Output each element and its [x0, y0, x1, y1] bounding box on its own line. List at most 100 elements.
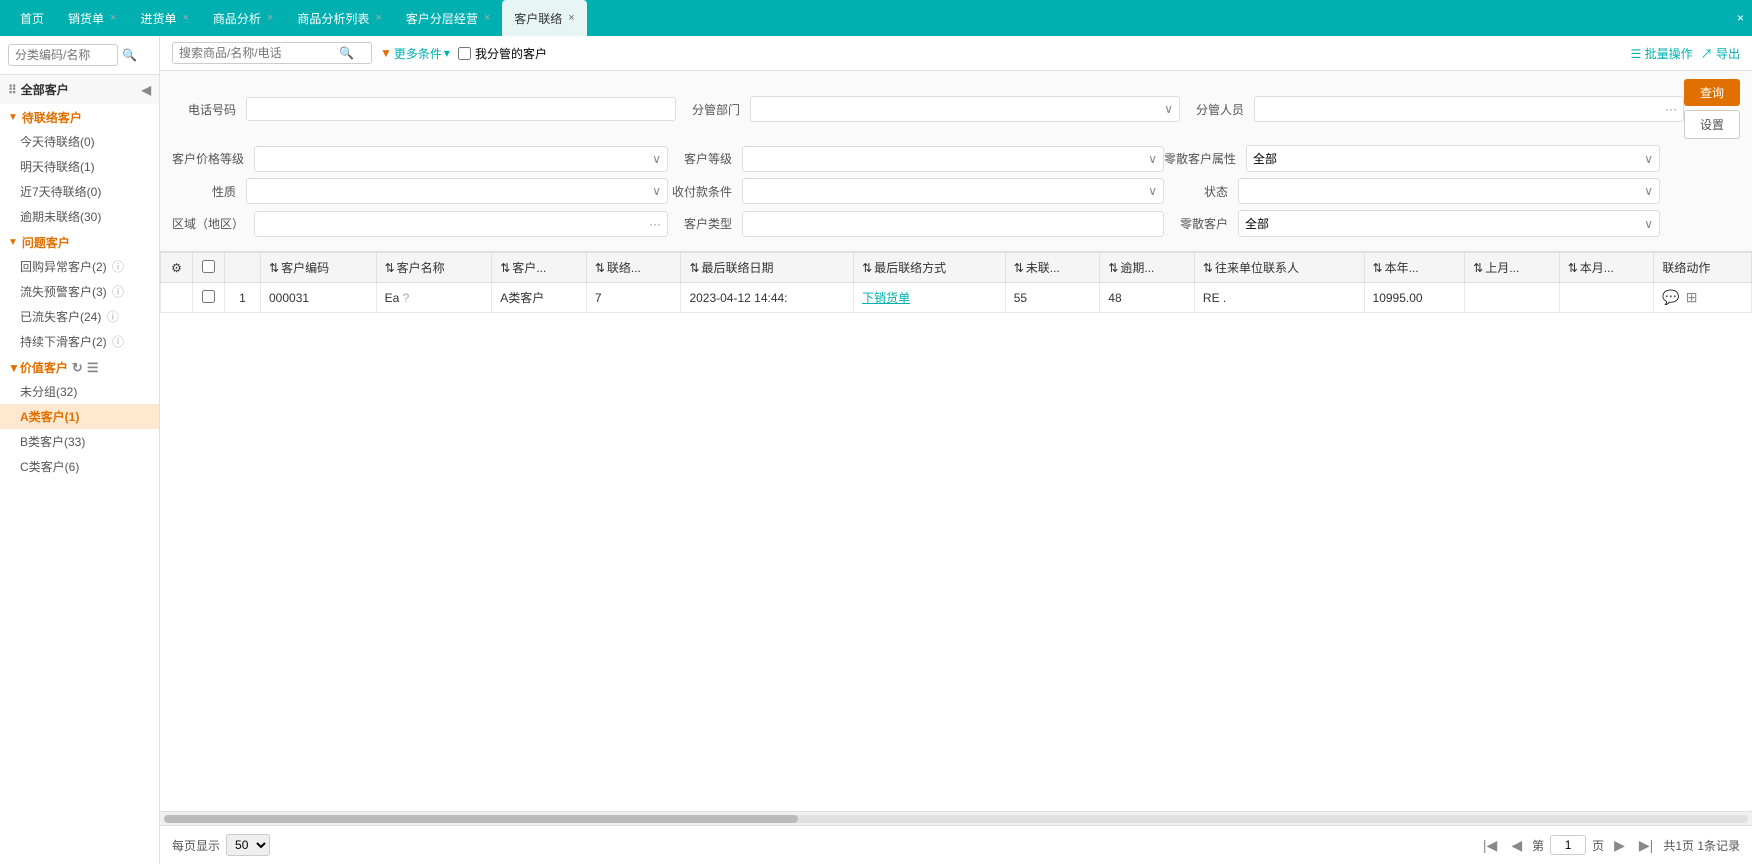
sidebar-item-lost[interactable]: 已流失客户(24) ⓘ [0, 304, 159, 329]
select-all-checkbox[interactable] [202, 260, 215, 273]
nav-home[interactable]: 首页 [8, 0, 56, 36]
close-purchase-tab[interactable]: × [182, 12, 188, 24]
all-customers-header[interactable]: ⠿ 全部客户 ◀ [0, 75, 159, 104]
zero-attr-select[interactable]: 全部 ∨ [1246, 145, 1660, 172]
filter-search-icon[interactable]: 🔍 [339, 46, 354, 60]
page-input[interactable] [1550, 835, 1586, 855]
col-overdue[interactable]: ⇅ 逾期... [1100, 253, 1195, 283]
my-customers-check[interactable] [458, 47, 471, 60]
col-name[interactable]: ⇅ 客户名称 [376, 253, 492, 283]
col-this-year[interactable]: ⇅ 本年... [1364, 253, 1465, 283]
horizontal-scrollbar[interactable] [160, 811, 1752, 825]
close-customer-tier-tab[interactable]: × [484, 12, 490, 24]
col-no-contact[interactable]: ⇅ 未联... [1005, 253, 1100, 283]
row-message-icon[interactable]: 💬 [1662, 289, 1679, 306]
per-page-select[interactable]: 50 [226, 834, 270, 856]
close-all-tabs[interactable]: × [1737, 9, 1744, 27]
last-contact-method-link[interactable]: 下销货单 [862, 291, 910, 305]
value-group-refresh-icon[interactable]: ↻ [72, 360, 83, 376]
page-label: 第 [1532, 837, 1544, 854]
row-name-cell: Ea ? [376, 283, 492, 313]
filter-search-input[interactable] [179, 46, 339, 60]
dept-select[interactable]: ∨ [750, 96, 1180, 122]
person-select[interactable]: ··· [1254, 96, 1684, 122]
total-label: 共1页 1条记录 [1663, 837, 1740, 854]
query-button[interactable]: 查询 [1684, 79, 1740, 106]
sidebar-search-input[interactable] [8, 44, 118, 66]
col-last-date[interactable]: ⇅ 最后联络日期 [681, 253, 854, 283]
prev-page-btn[interactable]: ◀ [1507, 835, 1526, 856]
sidebar-item-c-class[interactable]: C类客户(6) [0, 454, 159, 479]
col-last-method[interactable]: ⇅ 最后联络方式 [854, 253, 1006, 283]
nav-purchase[interactable]: 进货单 × [128, 0, 200, 36]
collapse-icon[interactable]: ◀ [142, 83, 151, 97]
sidebar-item-overdue[interactable]: 逾期未联络(30) [0, 204, 159, 229]
sidebar-item-a-class[interactable]: A类客户(1) [0, 404, 159, 429]
nav-product-analysis[interactable]: 商品分析 × [201, 0, 285, 36]
nav-customer-tier[interactable]: 客户分层经营 × [394, 0, 502, 36]
col-this-month-sort-icon: ⇅ [1568, 261, 1578, 275]
close-sales-tab[interactable]: × [110, 12, 116, 24]
next-page-btn[interactable]: ▶ [1610, 835, 1629, 856]
region-select[interactable]: ··· [254, 211, 668, 237]
nav-product-list[interactable]: 商品分析列表 × [285, 0, 393, 36]
nav-customer-contact[interactable]: 客户联络 × [502, 0, 586, 36]
page-end-label: 页 [1592, 837, 1604, 854]
sidebar-item-declining[interactable]: 持续下滑客户(2) ⓘ [0, 329, 159, 354]
nature-select[interactable]: ∨ [246, 178, 668, 204]
zero-customer-select[interactable]: 全部 ∨ [1238, 210, 1660, 237]
nav-sales[interactable]: 销货单 × [56, 0, 128, 36]
sidebar-item-7days[interactable]: 近7天待联络(0) [0, 179, 159, 204]
col-no-contact-sort-icon: ⇅ [1014, 261, 1024, 275]
filter-search-box[interactable]: 🔍 [172, 42, 372, 64]
filter-phone: 电话号码 [172, 97, 676, 121]
sidebar-item-lost-warning[interactable]: 流失预警客户(3) ⓘ [0, 279, 159, 304]
payment-select[interactable]: ∨ [742, 178, 1164, 204]
my-customers-checkbox[interactable]: 我分管的客户 [458, 45, 547, 62]
nature-chevron-icon: ∨ [652, 184, 661, 198]
row-checkbox[interactable] [202, 290, 215, 303]
col-code[interactable]: ⇅ 客户编码 [261, 253, 377, 283]
customer-level-select[interactable]: ∨ [742, 146, 1164, 172]
value-group-settings-icon[interactable]: ☰ [87, 360, 99, 376]
sidebar-item-ungrouped[interactable]: 未分组(32) [0, 379, 159, 404]
sidebar-item-repurchase-abnormal[interactable]: 回购异常客户(2) ⓘ [0, 254, 159, 279]
scrollbar-thumb[interactable] [164, 815, 798, 823]
pending-group-title: ▼ 待联络客户 [0, 104, 159, 129]
row-qr-icon[interactable]: ⊞ [1686, 289, 1698, 306]
table-footer: 每页显示 50 |◀ ◀ 第 页 ▶ ▶| 共1页 1条记录 [160, 825, 1752, 864]
col-check[interactable] [193, 253, 225, 283]
first-page-btn[interactable]: |◀ [1479, 835, 1501, 856]
sidebar-item-tomorrow[interactable]: 明天待联络(1) [0, 154, 159, 179]
col-last-month[interactable]: ⇅ 上月... [1465, 253, 1560, 283]
row-num-cell: 1 [225, 283, 261, 313]
export-btn[interactable]: ↗ 导出 [1701, 45, 1740, 62]
setting-button[interactable]: 设置 [1684, 110, 1740, 139]
col-type[interactable]: ⇅ 客户... [492, 253, 587, 283]
price-level-select[interactable]: ∨ [254, 146, 668, 172]
person-label: 分管人员 [1180, 101, 1250, 118]
close-customer-contact-tab[interactable]: × [568, 12, 574, 24]
filter-row-3: 性质 ∨ 收付款条件 ∨ 状态 [172, 178, 1740, 204]
customer-type-select[interactable] [742, 211, 1164, 237]
filter-row-1: 电话号码 分管部门 ∨ 分管人员 ··· [172, 79, 1740, 139]
col-unit-contact-sort-icon: ⇅ [1203, 261, 1213, 275]
col-gear[interactable]: ⚙ [161, 253, 193, 283]
col-this-month[interactable]: ⇅ 本月... [1559, 253, 1654, 283]
sidebar-search-icon[interactable]: 🔍 [122, 48, 137, 62]
last-page-btn[interactable]: ▶| [1635, 835, 1657, 856]
batch-ops-btn[interactable]: ☰ 批量操作 [1631, 45, 1693, 62]
col-contacts[interactable]: ⇅ 联络... [586, 253, 681, 283]
content-area: 🔍 ▼ 更多条件 ▾ 我分管的客户 ☰ 批量操作 ↗ 导出 [160, 36, 1752, 864]
gear-icon[interactable]: ⚙ [171, 261, 182, 275]
zero-customer-label: 零散客户 [1164, 215, 1234, 232]
sidebar-item-b-class[interactable]: B类客户(33) [0, 429, 159, 454]
status-select[interactable]: ∨ [1238, 178, 1660, 204]
row-check-cell[interactable] [193, 283, 225, 313]
close-product-list-tab[interactable]: × [375, 12, 381, 24]
phone-input[interactable] [246, 97, 676, 121]
sidebar-item-today[interactable]: 今天待联络(0) [0, 129, 159, 154]
more-conditions-btn[interactable]: ▼ 更多条件 ▾ [380, 45, 450, 62]
col-unit-contact[interactable]: ⇅ 往来单位联系人 [1194, 253, 1364, 283]
close-product-analysis-tab[interactable]: × [267, 12, 273, 24]
